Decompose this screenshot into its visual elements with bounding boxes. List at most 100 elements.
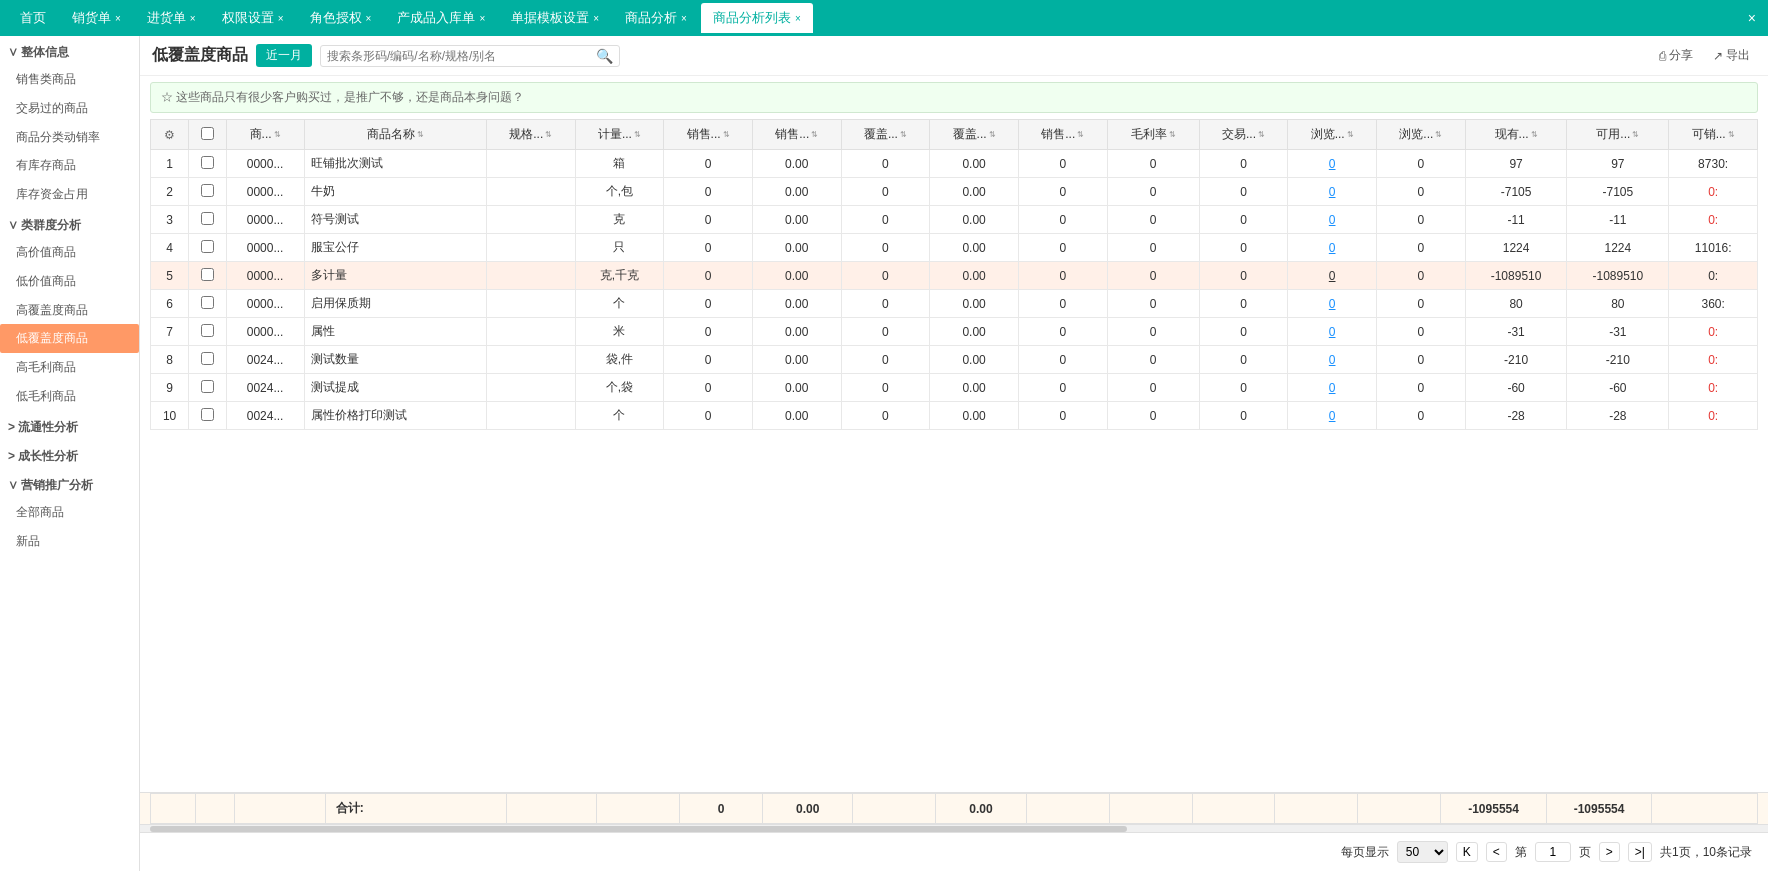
next-page-button[interactable]: > xyxy=(1599,842,1620,862)
nav-sales-close[interactable]: × xyxy=(115,13,121,24)
sidebar-item-low-value[interactable]: 低价值商品 xyxy=(0,267,139,296)
row-browse1[interactable]: 0 xyxy=(1288,206,1377,234)
row-checkbox[interactable] xyxy=(201,240,214,253)
th-spec[interactable]: 规格...⇅ xyxy=(486,120,575,150)
sidebar-item-category-rate[interactable]: 商品分类动销率 xyxy=(0,123,139,152)
row-browse1[interactable]: 0 xyxy=(1288,150,1377,178)
search-icon[interactable]: 🔍 xyxy=(596,48,613,64)
sidebar-growth-header[interactable]: > 成长性分析 xyxy=(8,448,78,465)
per-page-select[interactable]: 50 100 200 xyxy=(1397,841,1448,863)
th-unit[interactable]: 计量...⇅ xyxy=(575,120,664,150)
th-code[interactable]: 商...⇅ xyxy=(226,120,304,150)
row-checkbox-cell[interactable] xyxy=(189,290,227,318)
totals-margin-cell xyxy=(1109,794,1192,824)
sidebar-item-all-goods[interactable]: 全部商品 xyxy=(0,498,139,527)
th-stock1[interactable]: 现有...⇅ xyxy=(1465,120,1567,150)
row-sale2: 0.00 xyxy=(752,150,841,178)
sidebar-item-high-margin[interactable]: 高毛利商品 xyxy=(0,353,139,382)
row-browse1[interactable]: 0 xyxy=(1288,262,1377,290)
nav-home[interactable]: 首页 xyxy=(8,3,58,33)
time-filter-button[interactable]: 近一月 xyxy=(256,44,312,67)
page-number-input[interactable] xyxy=(1535,842,1571,862)
row-browse1[interactable]: 0 xyxy=(1288,234,1377,262)
last-page-button[interactable]: >| xyxy=(1628,842,1652,862)
nav-purchase[interactable]: 进货单 × xyxy=(135,3,208,33)
row-checkbox[interactable] xyxy=(201,212,214,225)
sidebar-item-low-margin[interactable]: 低毛利商品 xyxy=(0,382,139,411)
sidebar-item-sales-goods[interactable]: 销售类商品 xyxy=(0,65,139,94)
th-sale1[interactable]: 销售...⇅ xyxy=(664,120,753,150)
row-browse1[interactable]: 0 xyxy=(1288,402,1377,430)
sidebar-item-stock-goods[interactable]: 有库存商品 xyxy=(0,151,139,180)
nav-product-analysis[interactable]: 商品分析 × xyxy=(613,3,699,33)
row-checkbox-cell[interactable] xyxy=(189,150,227,178)
th-browse1[interactable]: 浏览...⇅ xyxy=(1288,120,1377,150)
nav-product-analysis-close[interactable]: × xyxy=(681,13,687,24)
row-browse1[interactable]: 0 xyxy=(1288,318,1377,346)
row-checkbox[interactable] xyxy=(201,268,214,281)
row-checkbox-cell[interactable] xyxy=(189,402,227,430)
select-all-checkbox[interactable] xyxy=(201,127,214,140)
th-stock2[interactable]: 可用...⇅ xyxy=(1567,120,1669,150)
row-browse1[interactable]: 0 xyxy=(1288,346,1377,374)
th-cover1[interactable]: 覆盖...⇅ xyxy=(841,120,930,150)
row-checkbox[interactable] xyxy=(201,380,214,393)
nav-product-analysis-list-close[interactable]: × xyxy=(795,13,801,24)
row-no: 8 xyxy=(151,346,189,374)
row-browse1[interactable]: 0 xyxy=(1288,290,1377,318)
row-stock1: -31 xyxy=(1465,318,1567,346)
sidebar-item-new-goods[interactable]: 新品 xyxy=(0,527,139,556)
nav-permissions-close[interactable]: × xyxy=(278,13,284,24)
th-trade[interactable]: 交易...⇅ xyxy=(1199,120,1288,150)
nav-sales[interactable]: 销货单 × xyxy=(60,3,133,33)
nav-production-close[interactable]: × xyxy=(479,13,485,24)
nav-roles-close[interactable]: × xyxy=(366,13,372,24)
row-checkbox-cell[interactable] xyxy=(189,262,227,290)
sidebar-item-high-value[interactable]: 高价值商品 xyxy=(0,238,139,267)
row-checkbox-cell[interactable] xyxy=(189,206,227,234)
th-cover2[interactable]: 覆盖...⇅ xyxy=(930,120,1019,150)
row-browse1[interactable]: 0 xyxy=(1288,374,1377,402)
th-sale-stock[interactable]: 可销...⇅ xyxy=(1669,120,1758,150)
row-stock1: -7105 xyxy=(1465,178,1567,206)
th-name[interactable]: 商品名称⇅ xyxy=(304,120,486,150)
search-input[interactable] xyxy=(327,49,592,63)
sidebar-item-traded-goods[interactable]: 交易过的商品 xyxy=(0,94,139,123)
sidebar-collapse-button[interactable]: « xyxy=(139,96,140,136)
row-checkbox[interactable] xyxy=(201,408,214,421)
row-checkbox[interactable] xyxy=(201,184,214,197)
th-browse2[interactable]: 浏览...⇅ xyxy=(1377,120,1466,150)
sidebar-item-low-coverage[interactable]: 低覆盖度商品 xyxy=(0,324,139,353)
share-button[interactable]: ⎙ 分享 xyxy=(1653,44,1699,67)
sidebar-flow-header[interactable]: > 流通性分析 xyxy=(8,419,78,436)
horizontal-scrollbar[interactable] xyxy=(140,824,1768,832)
row-browse1[interactable]: 0 xyxy=(1288,178,1377,206)
row-checkbox[interactable] xyxy=(201,156,214,169)
nav-roles[interactable]: 角色授权 × xyxy=(298,3,384,33)
nav-permissions[interactable]: 权限设置 × xyxy=(210,3,296,33)
nav-template-close[interactable]: × xyxy=(593,13,599,24)
close-all-button[interactable]: × xyxy=(1748,10,1756,26)
prev-page-button[interactable]: < xyxy=(1486,842,1507,862)
first-page-button[interactable]: K xyxy=(1456,842,1478,862)
nav-template[interactable]: 单据模板设置 × xyxy=(499,3,611,33)
nav-purchase-close[interactable]: × xyxy=(190,13,196,24)
sidebar-item-high-coverage[interactable]: 高覆盖度商品 xyxy=(0,296,139,325)
row-checkbox[interactable] xyxy=(201,352,214,365)
row-checkbox-cell[interactable] xyxy=(189,178,227,206)
th-checkbox[interactable] xyxy=(189,120,227,150)
row-checkbox-cell[interactable] xyxy=(189,346,227,374)
export-button[interactable]: ↗ 导出 xyxy=(1707,44,1756,67)
nav-product-analysis-list[interactable]: 商品分析列表 × xyxy=(701,3,813,33)
th-sale2[interactable]: 销售...⇅ xyxy=(752,120,841,150)
row-checkbox-cell[interactable] xyxy=(189,374,227,402)
row-checkbox-cell[interactable] xyxy=(189,234,227,262)
sidebar-item-capital[interactable]: 库存资金占用 xyxy=(0,180,139,209)
th-margin[interactable]: 毛利率⇅ xyxy=(1107,120,1199,150)
nav-production[interactable]: 产成品入库单 × xyxy=(385,3,497,33)
th-settings[interactable]: ⚙ xyxy=(151,120,189,150)
row-checkbox[interactable] xyxy=(201,324,214,337)
th-sale3[interactable]: 销售...⇅ xyxy=(1018,120,1107,150)
row-checkbox[interactable] xyxy=(201,296,214,309)
row-checkbox-cell[interactable] xyxy=(189,318,227,346)
